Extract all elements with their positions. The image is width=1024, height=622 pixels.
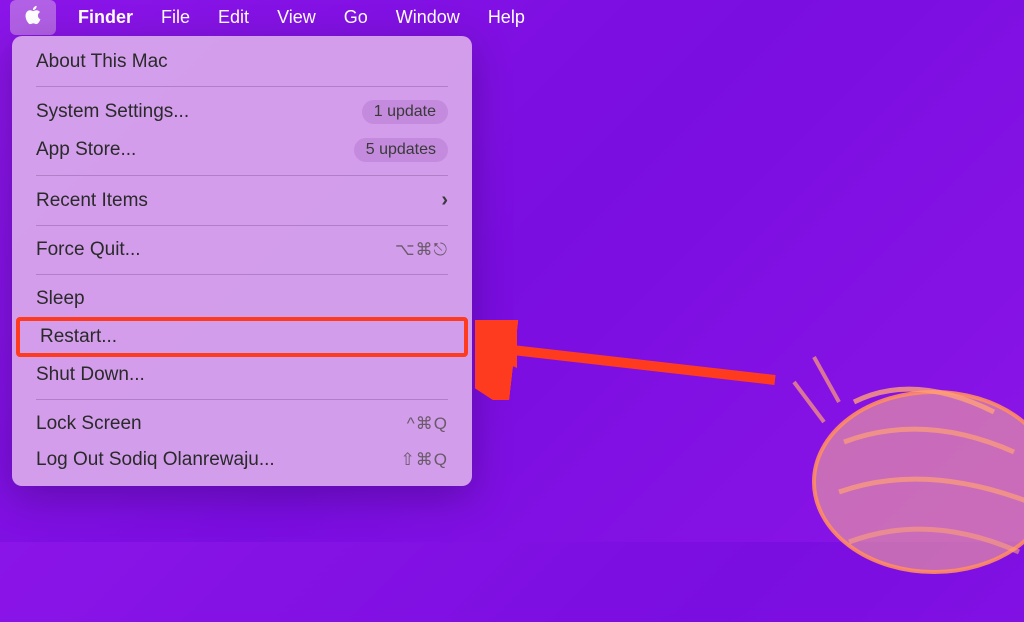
menu-view[interactable]: View — [263, 3, 330, 32]
menu-app-store[interactable]: App Store... 5 updates — [12, 131, 472, 169]
menu-item-label: App Store... — [36, 139, 136, 161]
menu-go[interactable]: Go — [330, 3, 382, 32]
update-badge: 1 update — [362, 100, 448, 124]
wallpaper-jellyfish-icon — [754, 342, 1024, 622]
annotation-arrow-icon — [475, 320, 795, 400]
menu-recent-items[interactable]: Recent Items › — [12, 182, 472, 219]
apple-dropdown-menu: About This Mac System Settings... 1 upda… — [12, 36, 472, 486]
menu-sleep[interactable]: Sleep — [12, 281, 472, 317]
menu-lock-screen[interactable]: Lock Screen ^⌘Q — [12, 406, 472, 442]
menu-system-settings[interactable]: System Settings... 1 update — [12, 93, 472, 131]
menu-about-this-mac[interactable]: About This Mac — [12, 44, 472, 80]
keyboard-shortcut: ⇧⌘Q — [401, 450, 448, 470]
update-badge: 5 updates — [354, 138, 448, 162]
menu-help[interactable]: Help — [474, 3, 539, 32]
menu-force-quit[interactable]: Force Quit... ⌥⌘⎋ — [12, 232, 472, 268]
menu-item-label: Recent Items — [36, 190, 148, 212]
menu-item-label: System Settings... — [36, 101, 189, 123]
menu-item-label: Force Quit... — [36, 239, 141, 261]
divider — [36, 175, 448, 176]
menubar: Finder File Edit View Go Window Help — [0, 0, 1024, 34]
menu-window[interactable]: Window — [382, 3, 474, 32]
keyboard-shortcut: ⌥⌘⎋ — [395, 240, 448, 260]
divider — [36, 225, 448, 226]
menu-item-label: About This Mac — [36, 51, 168, 73]
divider — [36, 274, 448, 275]
menu-item-label: Lock Screen — [36, 413, 142, 435]
menu-log-out[interactable]: Log Out Sodiq Olanrewaju... ⇧⌘Q — [12, 442, 472, 478]
menu-restart[interactable]: Restart... — [16, 317, 468, 357]
menu-item-label: Log Out Sodiq Olanrewaju... — [36, 449, 275, 471]
menu-shut-down[interactable]: Shut Down... — [12, 357, 472, 393]
chevron-right-icon: › — [441, 189, 448, 212]
app-name-menu[interactable]: Finder — [64, 3, 147, 32]
menu-item-label: Shut Down... — [36, 364, 145, 386]
keyboard-shortcut: ^⌘Q — [407, 414, 448, 434]
menu-item-label: Sleep — [36, 288, 85, 310]
apple-menu-button[interactable] — [10, 0, 56, 35]
divider — [36, 399, 448, 400]
divider — [36, 86, 448, 87]
menu-edit[interactable]: Edit — [204, 3, 263, 32]
apple-logo-icon — [22, 4, 44, 31]
menu-file[interactable]: File — [147, 3, 204, 32]
menu-item-label: Restart... — [40, 326, 117, 348]
